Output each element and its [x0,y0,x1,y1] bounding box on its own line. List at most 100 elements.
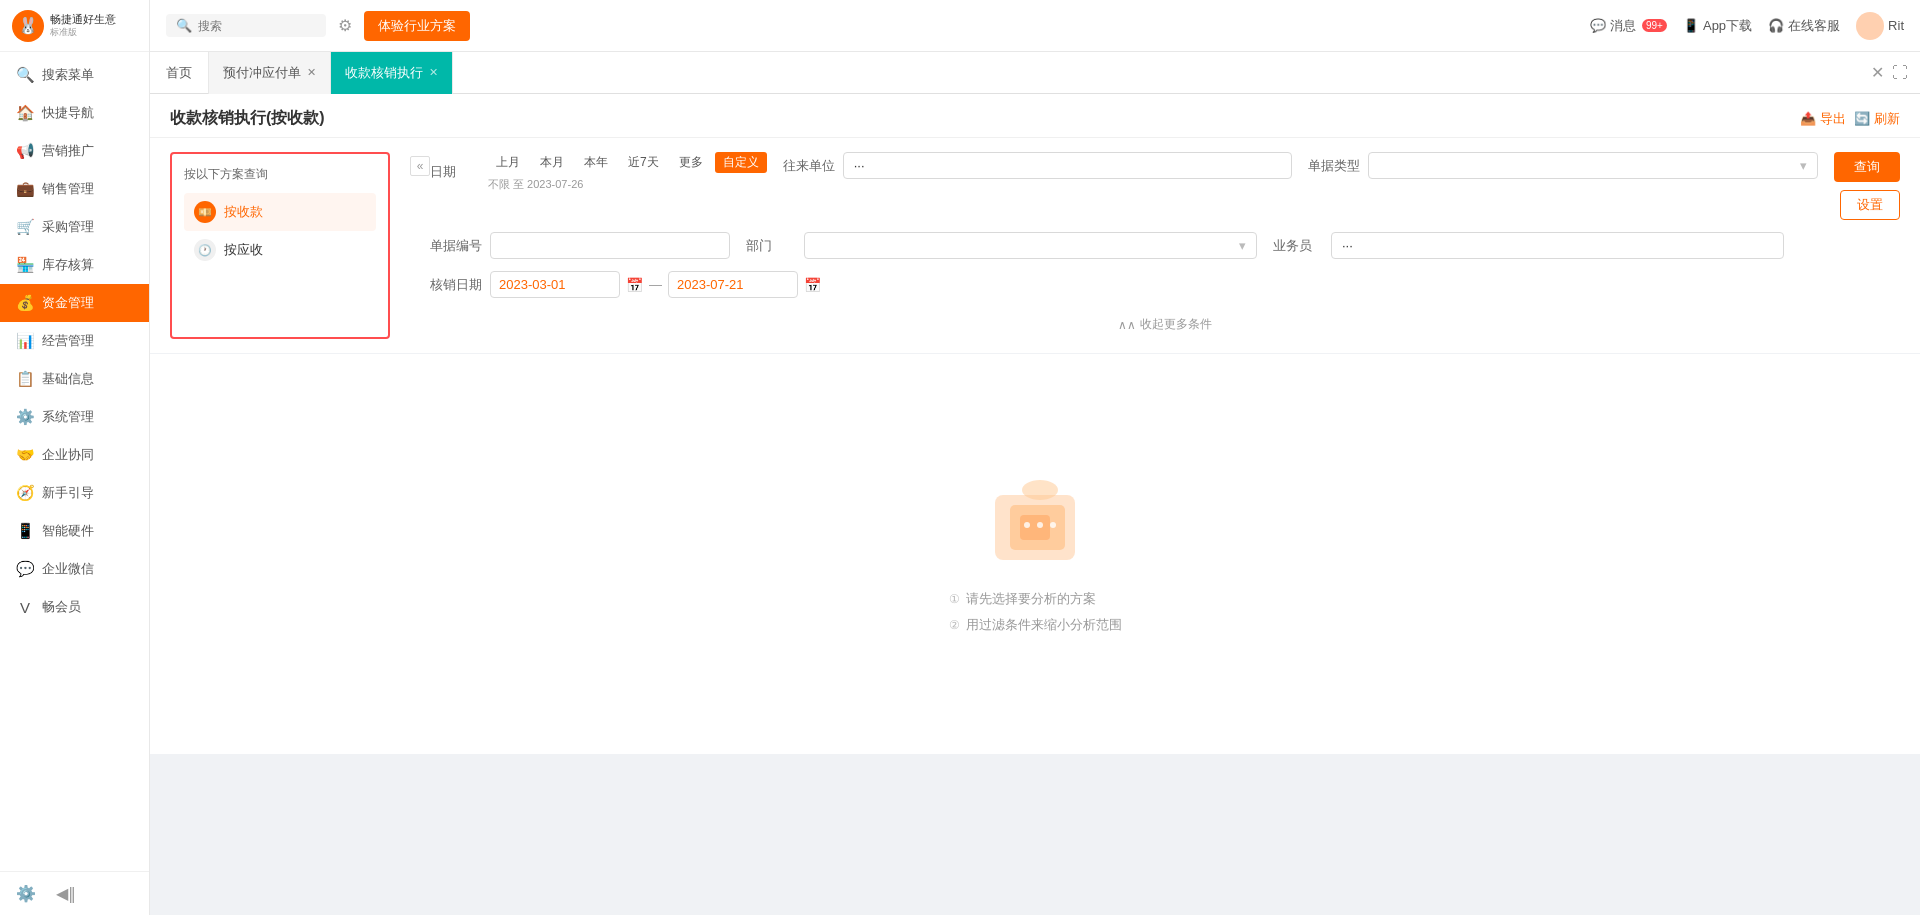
sidebar-item-purchase[interactable]: 🛒 采购管理 [0,208,149,246]
app-download-item[interactable]: 📱 App下载 [1683,17,1752,35]
settings-icon[interactable]: ⚙️ [16,884,36,903]
shortcut-custom[interactable]: 自定义 [715,152,767,173]
sidebar-item-operations-label: 经营管理 [42,332,94,350]
tabbar: 首页 预付冲应付单 ✕ 收款核销执行 ✕ ✕ ⛶ [150,52,1920,94]
topbar: 🔍 ⚙ 体验行业方案 💬 消息 99+ 📱 App下载 🎧 在线客服 Rit [150,0,1920,52]
messages-badge: 99+ [1642,19,1667,32]
finance-icon: 💰 [16,294,34,312]
date-shortcut-group: 上月 本月 本年 近7天 更多 自定义 [488,152,767,173]
bill-number-input[interactable] [490,232,730,259]
collapse-more-btn[interactable]: ∧∧ 收起更多条件 [430,310,1900,339]
tab-receipt[interactable]: 收款核销执行 ✕ [331,52,453,94]
sidebar-item-sales[interactable]: 💼 销售管理 [0,170,149,208]
solution-button[interactable]: 体验行业方案 [364,11,470,41]
sidebar-item-basics[interactable]: 📋 基础信息 [0,360,149,398]
sidebar-item-system[interactable]: ⚙️ 系统管理 [0,398,149,436]
tab-home[interactable]: 首页 [150,52,209,94]
sidebar-item-guide[interactable]: 🧭 新手引导 [0,474,149,512]
sales-icon: 💼 [16,180,34,198]
cal-from-icon[interactable]: 📅 [626,277,643,293]
collapse-sidebar-icon[interactable]: ◀‖ [56,884,76,903]
sidebar-item-system-label: 系统管理 [42,408,94,426]
collapse-filter-button[interactable]: « [410,156,430,176]
tab-receipt-close-icon[interactable]: ✕ [429,66,438,79]
svg-point-4 [1024,522,1030,528]
sidebar-item-hardware[interactable]: 📱 智能硬件 [0,512,149,550]
filter-option-by-receipt[interactable]: 💴 按收款 [184,193,376,231]
sidebar-item-enterprise[interactable]: 🤝 企业协同 [0,436,149,474]
verification-date-from[interactable] [490,271,620,298]
tab-close-all-icon[interactable]: ✕ [1871,63,1884,82]
search-input[interactable] [198,19,308,33]
search-icon: 🔍 [16,66,34,84]
department-label: 部门 [746,237,796,255]
shortcut-this-month[interactable]: 本月 [532,152,572,173]
department-field: 部门 ▾ [746,232,1257,259]
sidebar-item-purchase-label: 采购管理 [42,218,94,236]
partner-dots: ··· [854,158,865,173]
app-download-label: App下载 [1703,17,1752,35]
sidebar-item-inventory-label: 库存核算 [42,256,94,274]
system-icon: ⚙️ [16,408,34,426]
marketing-icon: 📢 [16,142,34,160]
shortcut-7days[interactable]: 近7天 [620,152,667,173]
cal-to-icon[interactable]: 📅 [804,277,821,293]
partner-select[interactable]: ··· [843,152,1293,179]
tab-prepay-close-icon[interactable]: ✕ [307,66,316,79]
sidebar-item-finance[interactable]: 💰 资金管理 [0,284,149,322]
content-area: 收款核销执行(按收款) 📤 导出 🔄 刷新 按以下方案查询 💴 按收款 [150,94,1920,915]
svg-rect-2 [1020,515,1050,540]
staff-select[interactable]: ··· [1331,232,1784,259]
sidebar-item-operations[interactable]: 📊 经营管理 [0,322,149,360]
app-edition: 标准版 [50,26,116,39]
partner-label: 往来单位 [783,157,835,175]
purchase-icon: 🛒 [16,218,34,236]
filter-option-receivable-label: 按应收 [224,241,263,259]
shortcut-more[interactable]: 更多 [671,152,711,173]
vip-icon: V [16,599,34,616]
sidebar-item-marketing[interactable]: 📢 营销推广 [0,132,149,170]
filter-option-by-receivable[interactable]: 🕐 按应收 [184,231,376,269]
verification-date-to[interactable] [668,271,798,298]
online-service-item[interactable]: 🎧 在线客服 [1768,17,1840,35]
sidebar-item-wechat[interactable]: 💬 企业微信 [0,550,149,588]
filter-method-title: 按以下方案查询 [184,166,376,183]
sidebar-item-vip[interactable]: V 畅会员 [0,588,149,626]
bill-number-label: 单据编号 [430,237,482,255]
department-select[interactable]: ▾ [804,232,1257,259]
user-avatar-item[interactable]: Rit [1856,12,1904,40]
export-icon: 📤 [1800,111,1816,126]
tab-expand-icon[interactable]: ⛶ [1892,64,1908,82]
bill-type-field: 单据类型 ▾ [1308,152,1818,179]
settings-button[interactable]: 设置 [1840,190,1900,220]
messages-item[interactable]: 💬 消息 99+ [1590,17,1667,35]
query-button[interactable]: 查询 [1834,152,1900,182]
sidebar-menu: 🔍 搜索菜单 🏠 快捷导航 📢 营销推广 💼 销售管理 🛒 采购管理 🏪 库存核… [0,52,149,871]
bill-type-select[interactable]: ▾ [1368,152,1818,179]
refresh-button[interactable]: 🔄 刷新 [1854,110,1900,128]
page-title: 收款核销执行(按收款) [170,108,325,129]
empty-text: ① 请先选择要分析的方案 ② 用过滤条件来缩小分析范围 [949,586,1122,638]
sidebar-item-search[interactable]: 🔍 搜索菜单 [0,56,149,94]
hint-text-1: 请先选择要分析的方案 [966,586,1096,612]
operations-icon: 📊 [16,332,34,350]
sidebar-item-inventory[interactable]: 🏪 库存核算 [0,246,149,284]
svg-point-3 [1022,480,1058,500]
tab-prepay[interactable]: 预付冲应付单 ✕ [209,52,331,94]
tab-actions: ✕ ⛶ [1871,63,1920,82]
refresh-icon: 🔄 [1854,111,1870,126]
app-name: 畅捷通好生意 [50,12,116,26]
export-button[interactable]: 📤 导出 [1800,110,1846,128]
shortcut-last-month[interactable]: 上月 [488,152,528,173]
shortcut-this-year[interactable]: 本年 [576,152,616,173]
svg-point-5 [1037,522,1043,528]
sidebar-item-quicknav[interactable]: 🏠 快捷导航 [0,94,149,132]
sidebar: 🐰 畅捷通好生意 标准版 🔍 搜索菜单 🏠 快捷导航 📢 营销推广 💼 销售管理… [0,0,150,915]
topbar-search-box[interactable]: 🔍 [166,14,326,37]
inventory-icon: 🏪 [16,256,34,274]
verification-date-field: 核销日期 📅 — 📅 [430,271,821,298]
settings-gear-icon[interactable]: ⚙ [338,16,352,35]
filter-row-3: 核销日期 📅 — 📅 [430,271,1900,298]
user-name-label: Rit [1888,18,1904,33]
staff-dots: ··· [1342,238,1353,253]
